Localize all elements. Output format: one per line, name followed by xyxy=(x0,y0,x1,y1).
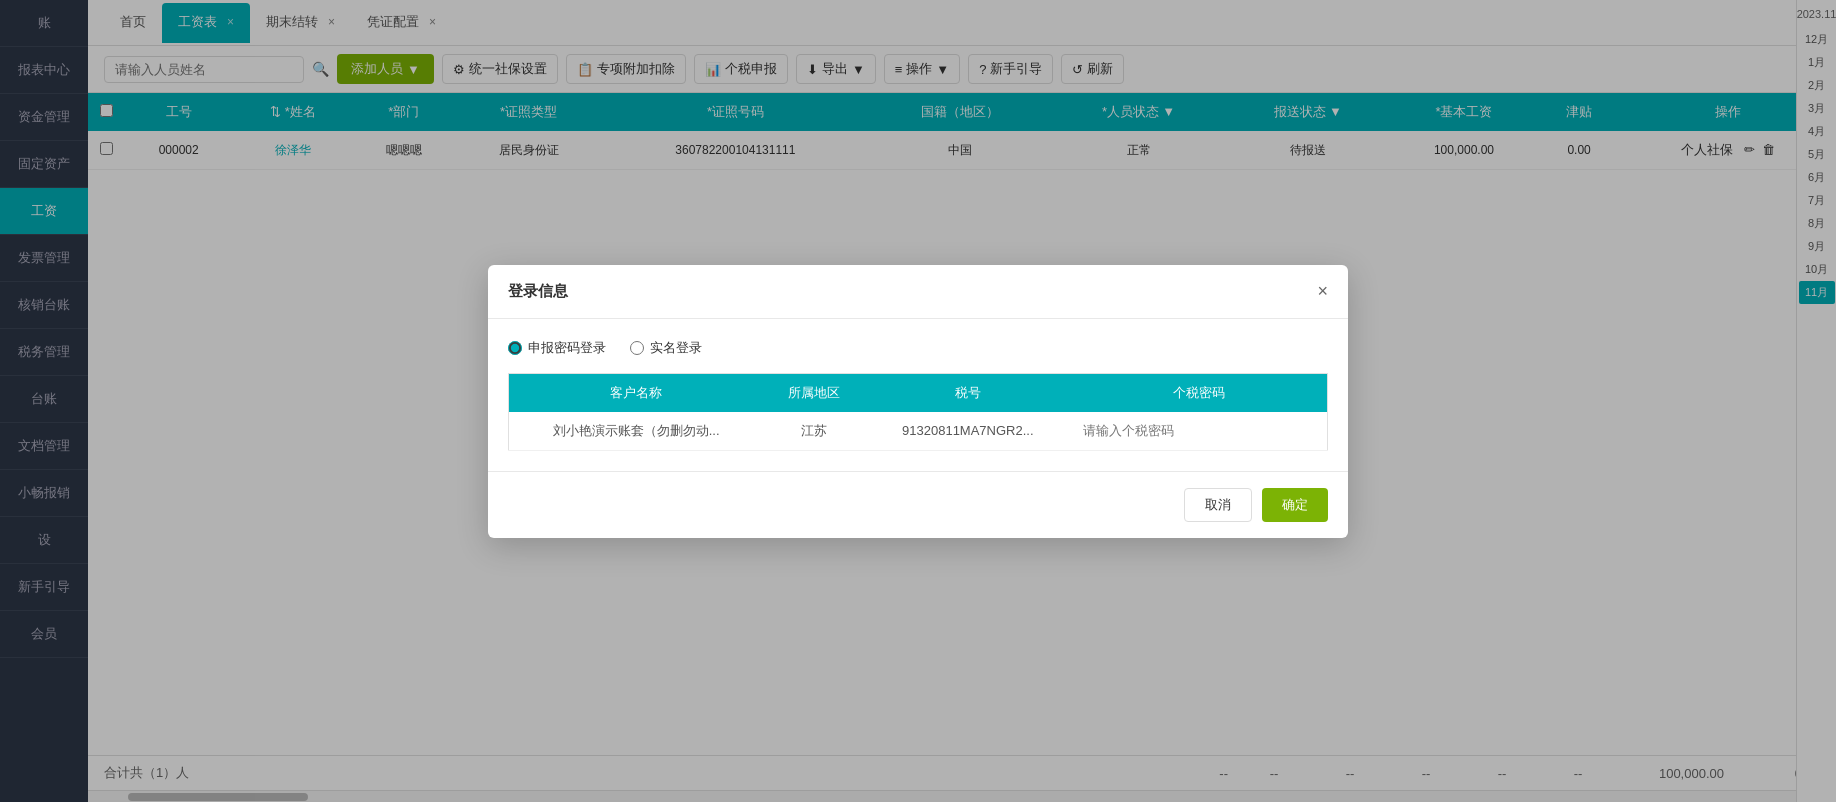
col-client-name: 客户名称 xyxy=(509,373,764,412)
login-type-radio-group: 申报密码登录 实名登录 xyxy=(508,339,1328,357)
col-tax-password: 个税密码 xyxy=(1071,373,1327,412)
client-row: 刘小艳演示账套（勿删勿动... 江苏 91320811MA7NGR2... xyxy=(509,412,1328,451)
cancel-button[interactable]: 取消 xyxy=(1184,488,1252,522)
tax-password-input[interactable] xyxy=(1083,423,1315,438)
radio-password-input[interactable] xyxy=(508,341,522,355)
modal-overlay: 登录信息 × 申报密码登录 实名登录 客户名称 所属 xyxy=(0,0,1836,802)
modal-close-button[interactable]: × xyxy=(1317,281,1328,302)
client-tax-password-cell[interactable] xyxy=(1071,412,1327,451)
client-region: 江苏 xyxy=(763,412,864,451)
modal-body: 申报密码登录 实名登录 客户名称 所属地区 税号 个税密码 xyxy=(488,319,1348,471)
modal-footer: 取消 确定 xyxy=(488,471,1348,538)
modal-title: 登录信息 xyxy=(508,282,568,301)
col-tax-no: 税号 xyxy=(864,373,1071,412)
client-name: 刘小艳演示账套（勿删勿动... xyxy=(509,412,764,451)
modal-header: 登录信息 × xyxy=(488,265,1348,319)
radio-realname-login[interactable]: 实名登录 xyxy=(630,339,702,357)
client-table: 客户名称 所属地区 税号 个税密码 刘小艳演示账套（勿删勿动... 江苏 913… xyxy=(508,373,1328,451)
radio-password-login[interactable]: 申报密码登录 xyxy=(508,339,606,357)
login-info-modal: 登录信息 × 申报密码登录 实名登录 客户名称 所属 xyxy=(488,265,1348,538)
col-region: 所属地区 xyxy=(763,373,864,412)
client-tax-no: 91320811MA7NGR2... xyxy=(864,412,1071,451)
radio-realname-input[interactable] xyxy=(630,341,644,355)
confirm-button[interactable]: 确定 xyxy=(1262,488,1328,522)
